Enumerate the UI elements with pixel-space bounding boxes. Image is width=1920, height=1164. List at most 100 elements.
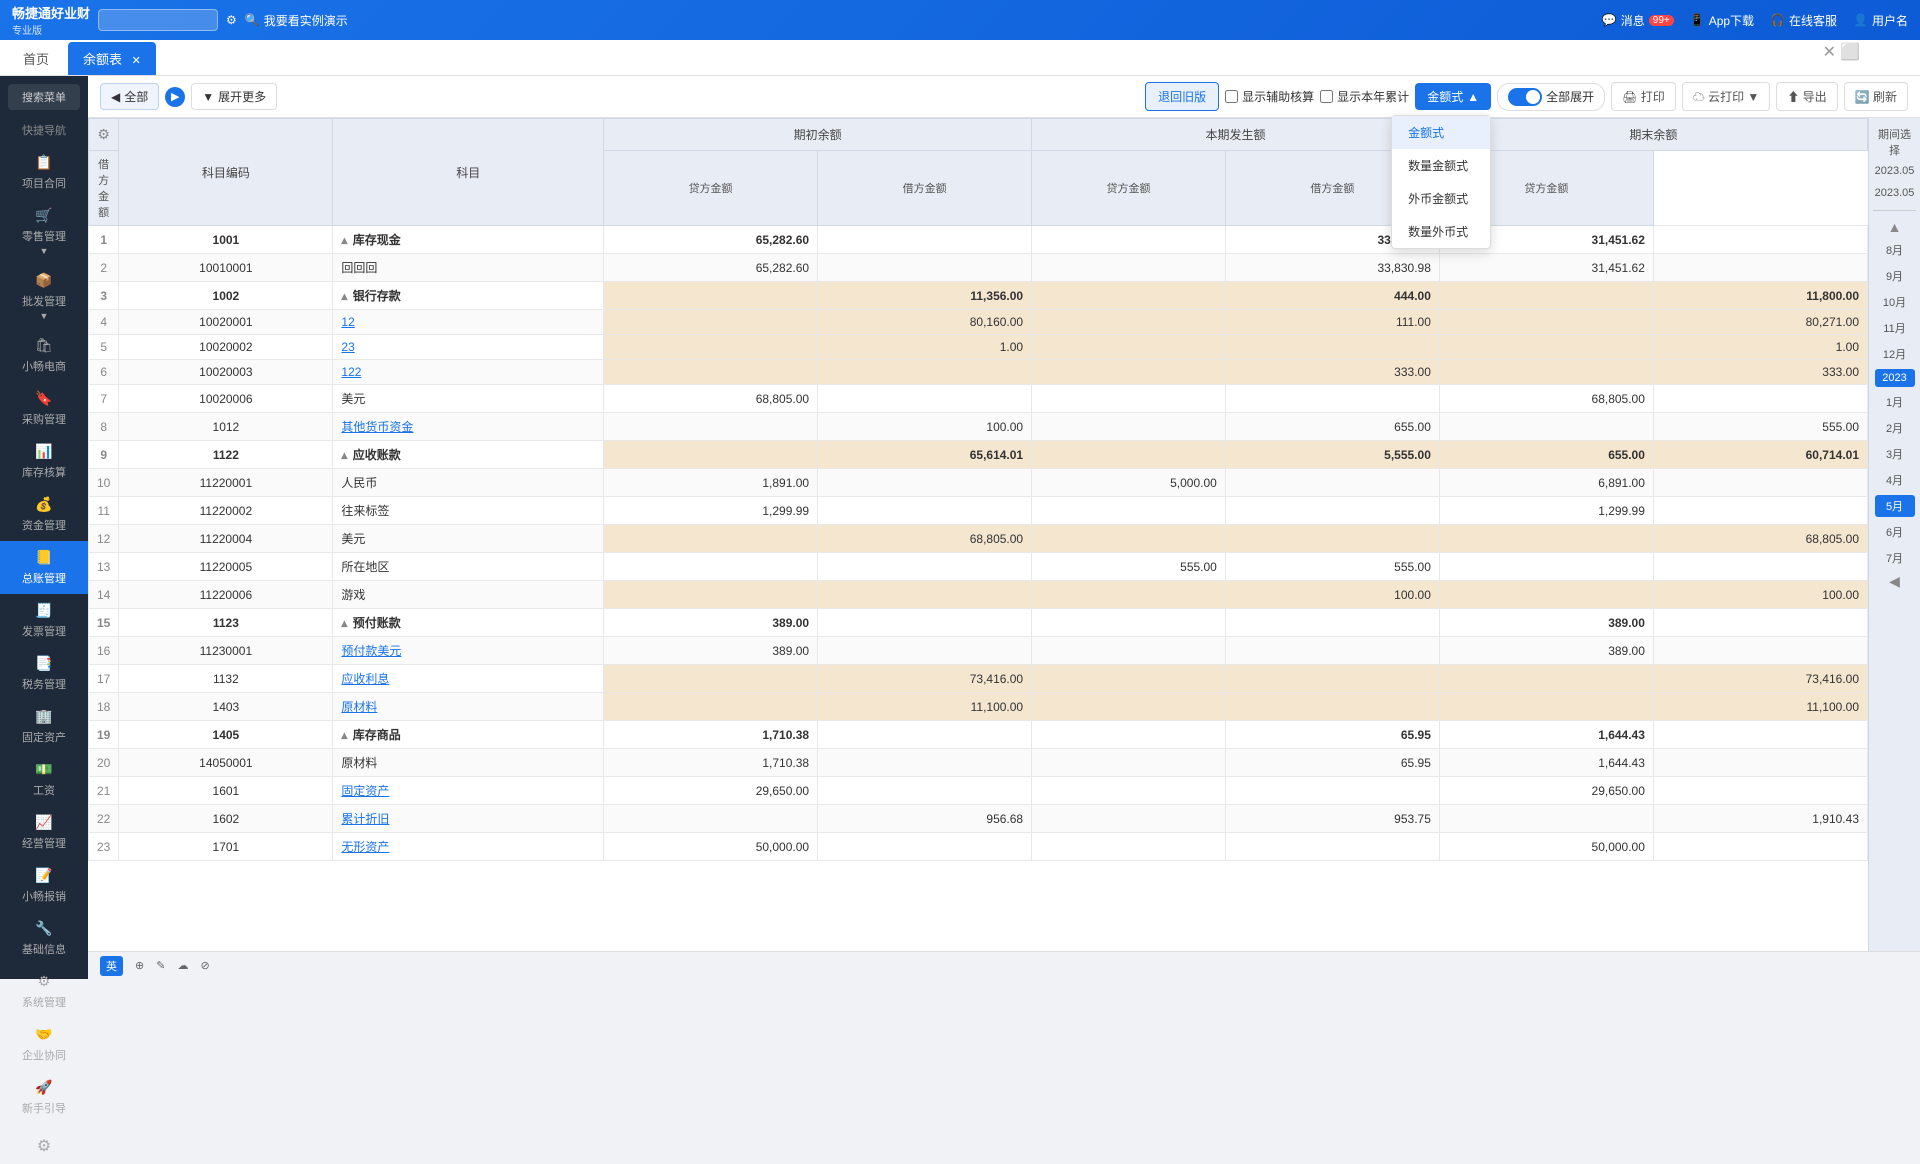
settings-icon[interactable]: ⚙ <box>226 13 237 27</box>
period-2023-05-a[interactable]: 2023.05 <box>1875 162 1915 180</box>
row-name-link[interactable]: 23 <box>341 340 354 354</box>
cloud-print-btn[interactable]: ☁ 云打印 ▼ <box>1682 82 1771 111</box>
sidebar-item-fixed-assets[interactable]: 🏢 固定资产 <box>0 700 88 753</box>
row-name-link[interactable]: 预付款美元 <box>341 644 401 658</box>
period-1[interactable]: 1月 <box>1875 391 1915 413</box>
tab-close-btn[interactable]: ✕ <box>132 55 141 67</box>
bottom-icon-4[interactable]: ⊘ <box>200 959 209 972</box>
debit-occur <box>1032 497 1226 525</box>
message-btn[interactable]: 💬 消息 99+ <box>1602 12 1674 29</box>
period-4[interactable]: 4月 <box>1875 469 1915 491</box>
dropdown-item-foreign-amount[interactable]: 外币金额式 <box>1392 182 1490 215</box>
expand-icon[interactable]: ▴ <box>341 233 347 247</box>
amount-mode-btn[interactable]: 金额式 ▲ <box>1415 83 1491 110</box>
sidebar-item-inventory[interactable]: 📊 库存核算 <box>0 435 88 488</box>
expand-all-toggle[interactable]: 全部展开 <box>1497 83 1605 111</box>
row-name-link[interactable]: 其他货币资金 <box>341 420 413 434</box>
sidebar-item-guide[interactable]: 🚀 新手引导 <box>0 1071 88 1124</box>
sidebar-nav: 📋 项目合同 🛒 零售管理 ▼ 📦 批发管理 ▼ 🛍 小畅电商 🔖 采购管理 <box>0 142 88 1128</box>
sidebar-item-cooperation[interactable]: 🤝 企业协同 <box>0 1018 88 1071</box>
row-name-link[interactable]: 122 <box>341 365 361 379</box>
return-old-btn[interactable]: 退回旧版 <box>1145 82 1219 111</box>
refresh-btn[interactable]: 🔄 刷新 <box>1844 82 1908 111</box>
sidebar-item-basic[interactable]: 🔧 基础信息 <box>0 912 88 965</box>
scroll-up-btn[interactable]: ▲ <box>1888 219 1902 235</box>
expand-icon[interactable]: ▴ <box>341 616 347 630</box>
row-name-link[interactable]: 12 <box>341 315 354 329</box>
tab-balance[interactable]: 余额表 ✕ <box>68 42 156 75</box>
main-layout: 搜索菜单 快捷导航 📋 项目合同 🛒 零售管理 ▼ 📦 批发管理 ▼ 🛍 小畅电… <box>0 76 1920 979</box>
credit-close: 80,271.00 <box>1653 310 1867 335</box>
period-2023-year[interactable]: 2023 <box>1875 369 1915 387</box>
row-code: 11220006 <box>119 581 333 609</box>
sidebar-search-btn[interactable]: 搜索菜单 <box>8 84 80 110</box>
period-2023-05-b[interactable]: 2023.05 <box>1875 184 1915 202</box>
nav-forward-btn[interactable]: ▶ <box>165 87 185 107</box>
user-avatar[interactable]: 👤 用户名 <box>1853 12 1908 29</box>
period-10[interactable]: 10月 <box>1875 291 1915 313</box>
bottom-icon-2[interactable]: ✎ <box>156 959 165 972</box>
table-settings-icon[interactable]: ⚙ <box>97 126 110 142</box>
row-name-link[interactable]: 累计折旧 <box>341 812 389 826</box>
guide-icon: 🚀 <box>35 1079 52 1096</box>
debit-close <box>1439 335 1653 360</box>
period-collapse-btn[interactable]: ◀ <box>1889 573 1900 590</box>
all-btn[interactable]: ◀ 全部 <box>100 83 159 110</box>
lang-btn[interactable]: 英 <box>100 956 123 976</box>
period-12[interactable]: 12月 <box>1875 343 1915 365</box>
row-name-link[interactable]: 无形资产 <box>341 840 389 854</box>
expand-icon[interactable]: ▴ <box>341 728 347 742</box>
period-5[interactable]: 5月 <box>1875 495 1915 517</box>
expand-icon[interactable]: ▴ <box>341 289 347 303</box>
sidebar-item-finance[interactable]: 💰 资金管理 <box>0 488 88 541</box>
bottom-icon-3[interactable]: ☁ <box>177 959 188 972</box>
period-9[interactable]: 9月 <box>1875 265 1915 287</box>
period-7[interactable]: 7月 <box>1875 547 1915 569</box>
dropdown-item-qty-amount[interactable]: 数量金额式 <box>1392 149 1490 182</box>
sidebar-item-system[interactable]: ⚙ 系统管理 <box>0 965 88 1018</box>
sidebar-item-ecommerce[interactable]: 🛍 小畅电商 <box>0 329 88 382</box>
top-search-input[interactable] <box>98 9 218 31</box>
col-occur-debit: 借方金额 <box>818 151 1032 226</box>
app-download-btn[interactable]: 📱 App下载 <box>1690 12 1754 29</box>
row-name-link[interactable]: 固定资产 <box>341 784 389 798</box>
sidebar-item-sales[interactable]: 📝 小畅报销 <box>0 859 88 912</box>
row-code: 1001 <box>119 226 333 254</box>
expand-icon[interactable]: ▴ <box>341 448 347 462</box>
period-8[interactable]: 8月 <box>1875 239 1915 261</box>
sidebar-settings-btn[interactable]: ⚙ <box>37 1136 51 1156</box>
sidebar-item-invoice[interactable]: 🧾 发票管理 <box>0 594 88 647</box>
sidebar-item-purchase[interactable]: 🔖 采购管理 <box>0 382 88 435</box>
row-num: 9 <box>89 441 119 469</box>
sidebar-item-tax[interactable]: 📑 税务管理 <box>0 647 88 700</box>
debit-occur <box>1032 226 1226 254</box>
demo-link[interactable]: 🔍 我要看实例演示 <box>245 12 348 29</box>
close-window-btn[interactable]: ✕ <box>1823 42 1836 62</box>
sidebar-item-salary[interactable]: 💵 工资 <box>0 753 88 806</box>
dropdown-item-amount[interactable]: 金额式 <box>1392 116 1490 149</box>
export-btn[interactable]: ⬆ 导出 <box>1776 82 1837 111</box>
period-2[interactable]: 2月 <box>1875 417 1915 439</box>
sidebar-item-ledger[interactable]: 📒 总账管理 <box>0 541 88 594</box>
online-service-btn[interactable]: 🎧 在线客服 <box>1770 12 1837 29</box>
show-auxiliary-checkbox[interactable] <box>1225 90 1238 103</box>
row-name-link[interactable]: 应收利息 <box>341 672 389 686</box>
credit-open: 11,356.00 <box>818 282 1032 310</box>
bottom-icon-1[interactable]: ⊕ <box>135 959 144 972</box>
sidebar-item-operation[interactable]: 📈 经营管理 <box>0 806 88 859</box>
sidebar-item-project[interactable]: 📋 项目合同 <box>0 146 88 199</box>
sidebar-item-wholesale[interactable]: 📦 批发管理 ▼ <box>0 264 88 329</box>
period-11[interactable]: 11月 <box>1875 317 1915 339</box>
sidebar-item-retail[interactable]: 🛒 零售管理 ▼ <box>0 199 88 264</box>
expand-more-btn[interactable]: ▼ 展开更多 <box>191 83 277 110</box>
period-6[interactable]: 6月 <box>1875 521 1915 543</box>
table-row: 7 10020006 美元 68,805.00 68,805.00 <box>89 385 1868 413</box>
show-yearly-checkbox[interactable] <box>1320 90 1333 103</box>
row-name: ▴ 库存现金 <box>333 226 604 254</box>
tab-home[interactable]: 首页 <box>8 42 64 75</box>
period-3[interactable]: 3月 <box>1875 443 1915 465</box>
maximize-btn[interactable]: ⬜ <box>1840 42 1860 62</box>
row-name-link[interactable]: 原材料 <box>341 700 377 714</box>
print-btn[interactable]: 🖨 打印 <box>1611 82 1676 111</box>
dropdown-item-qty-foreign[interactable]: 数量外币式 <box>1392 215 1490 248</box>
